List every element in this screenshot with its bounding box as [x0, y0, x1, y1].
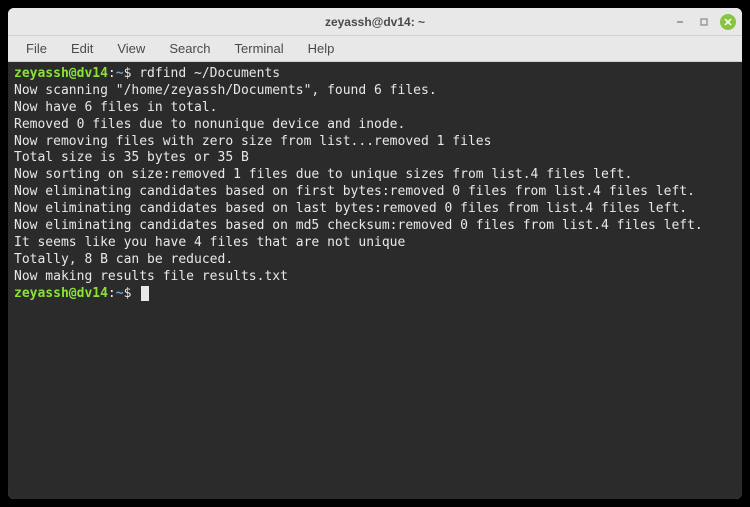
prompt-user-host: zeyassh@dv14 [14, 286, 108, 301]
menu-help[interactable]: Help [298, 38, 345, 59]
prompt-symbol: $ [124, 286, 132, 301]
prompt-colon: : [108, 66, 116, 81]
menu-terminal[interactable]: Terminal [225, 38, 294, 59]
output-line: Total size is 35 bytes or 35 B [14, 150, 736, 167]
menubar: File Edit View Search Terminal Help [8, 36, 742, 62]
output-line: Totally, 8 B can be reduced. [14, 252, 736, 269]
terminal-line: zeyassh@dv14:~$ rdfind ~/Documents [14, 66, 736, 83]
titlebar: zeyassh@dv14: ~ [8, 8, 742, 36]
output-line: Now removing files with zero size from l… [14, 134, 736, 151]
terminal-window: zeyassh@dv14: ~ File Edit View Search Te… [8, 8, 742, 499]
output-line: Now sorting on size:removed 1 files due … [14, 167, 736, 184]
output-line: Now have 6 files in total. [14, 100, 736, 117]
prompt-user-host: zeyassh@dv14 [14, 66, 108, 81]
output-line: Now eliminating candidates based on md5 … [14, 218, 736, 235]
output-line: Now eliminating candidates based on last… [14, 201, 736, 218]
cursor [141, 286, 149, 301]
output-line: Now eliminating candidates based on firs… [14, 184, 736, 201]
menu-search[interactable]: Search [159, 38, 220, 59]
minimize-button[interactable] [672, 14, 688, 30]
terminal-line: zeyassh@dv14:~$ [14, 286, 736, 303]
close-button[interactable] [720, 14, 736, 30]
output-line: Now making results file results.txt [14, 269, 736, 286]
prompt-path: ~ [116, 66, 124, 81]
close-icon [724, 18, 732, 26]
window-title: zeyassh@dv14: ~ [325, 15, 425, 29]
minimize-icon [675, 17, 685, 27]
maximize-icon [699, 17, 709, 27]
command-text: rdfind ~/Documents [139, 66, 280, 81]
output-line: Removed 0 files due to nonunique device … [14, 117, 736, 134]
window-controls [672, 14, 736, 30]
prompt-path: ~ [116, 286, 124, 301]
prompt-colon: : [108, 286, 116, 301]
output-line: Now scanning "/home/zeyassh/Documents", … [14, 83, 736, 100]
prompt-symbol: $ [124, 66, 132, 81]
output-line: It seems like you have 4 files that are … [14, 235, 736, 252]
maximize-button[interactable] [696, 14, 712, 30]
menu-file[interactable]: File [16, 38, 57, 59]
terminal-area[interactable]: zeyassh@dv14:~$ rdfind ~/Documents Now s… [8, 62, 742, 499]
menu-view[interactable]: View [107, 38, 155, 59]
menu-edit[interactable]: Edit [61, 38, 103, 59]
